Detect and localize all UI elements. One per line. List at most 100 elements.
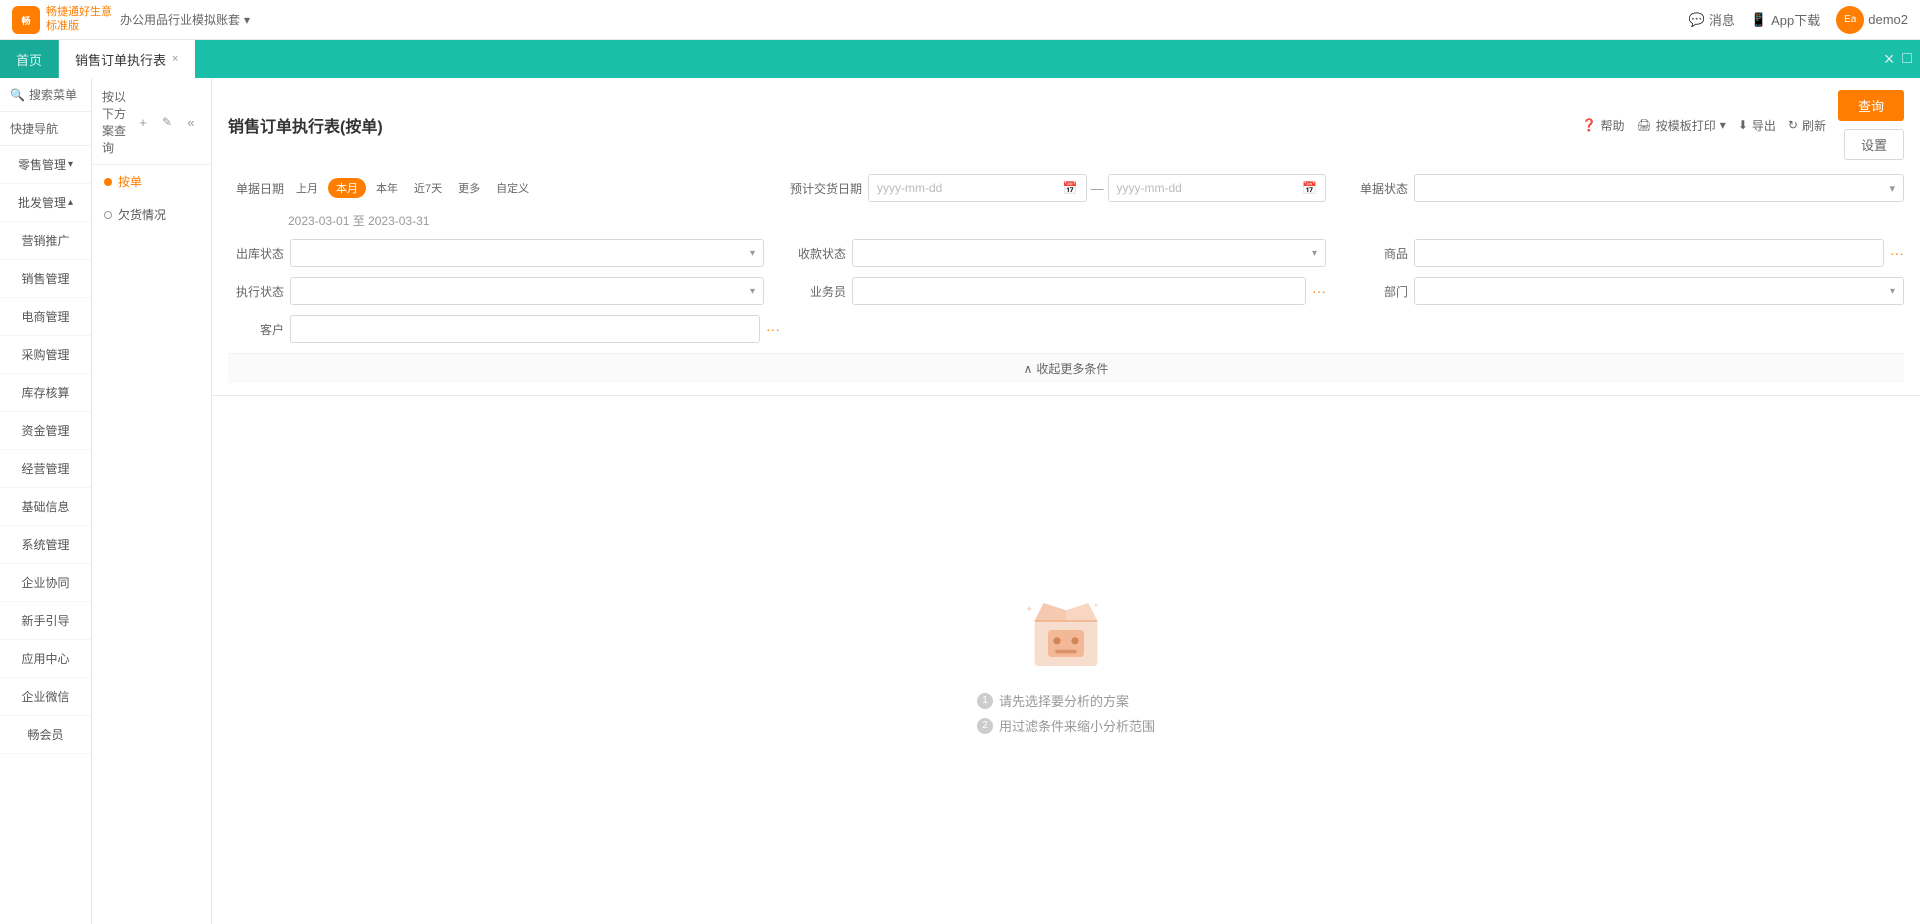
refresh-icon: ↻ bbox=[1788, 118, 1798, 132]
nav-tabs: 首页 销售订单执行表 × × □ bbox=[0, 40, 1920, 78]
scheme-collapse-button[interactable]: « bbox=[181, 112, 201, 132]
sidebar-item-purchase[interactable]: 采购管理 bbox=[0, 336, 91, 374]
empty-tips: 1 请先选择要分析的方案 2 用过滤条件来缩小分析范围 bbox=[977, 691, 1155, 735]
message-icon: 💬 bbox=[1689, 12, 1705, 28]
scheme-inactive-dot bbox=[104, 211, 112, 219]
scheme-actions: + ✎ « bbox=[133, 112, 201, 132]
expected-date-end-input[interactable]: yyyy-mm-dd 📅 bbox=[1108, 174, 1327, 202]
sidebar-item-retail[interactable]: 零售管理 ▾ bbox=[0, 146, 91, 184]
out-status-label: 出库状态 bbox=[228, 245, 284, 262]
active-tab-label: 销售订单执行表 bbox=[75, 50, 166, 69]
doc-status-label: 单据状态 bbox=[1352, 180, 1408, 197]
sidebar-item-newbie[interactable]: 新手引导 bbox=[0, 602, 91, 640]
collect-status-select[interactable]: ▾ bbox=[852, 239, 1326, 267]
calendar-icon: 📅 bbox=[1063, 181, 1078, 195]
date-7days-button[interactable]: 近7天 bbox=[408, 178, 448, 198]
filter-dept-col: 部门 ▾ bbox=[1352, 277, 1904, 305]
date-last-month-button[interactable]: 上月 bbox=[290, 178, 324, 198]
date-range-display: 2023-03-01 至 2023-03-31 bbox=[288, 212, 1904, 229]
sidebar: 🔍 搜索菜单 快捷导航 零售管理 ▾ 批发管理 ▴ 营销推广 销售管理 电商管理… bbox=[0, 78, 92, 924]
sidebar-item-apps[interactable]: 应用中心 bbox=[0, 640, 91, 678]
empty-state: ✦ ✦ 1 请先选择要分析的方案 2 用过滤条件来缩小分析范围 bbox=[977, 585, 1155, 735]
customer-more-button[interactable]: ··· bbox=[766, 321, 780, 337]
dept-select[interactable]: ▾ bbox=[1414, 277, 1904, 305]
user-avatar-area[interactable]: Ea demo2 bbox=[1836, 6, 1908, 34]
query-button[interactable]: 查询 bbox=[1838, 90, 1904, 121]
window-close-icon[interactable]: × bbox=[1884, 49, 1895, 70]
avatar: Ea bbox=[1836, 6, 1864, 34]
print-button[interactable]: 🖨 按模板打印 ▾ bbox=[1637, 117, 1726, 134]
sidebar-item-wholesale[interactable]: 批发管理 ▴ bbox=[0, 184, 91, 222]
filter-goods-col: 商品 ··· bbox=[1352, 239, 1904, 267]
svg-text:✦: ✦ bbox=[1025, 604, 1033, 614]
date-quick-buttons: 上月 本月 本年 近7天 更多 自定义 bbox=[290, 178, 535, 198]
sidebar-item-ecommerce[interactable]: 电商管理 bbox=[0, 298, 91, 336]
salesperson-label: 业务员 bbox=[790, 283, 846, 300]
main-layout: 🔍 搜索菜单 快捷导航 零售管理 ▾ 批发管理 ▴ 营销推广 销售管理 电商管理… bbox=[0, 78, 1920, 924]
sidebar-item-finance[interactable]: 资金管理 bbox=[0, 412, 91, 450]
tab-close-icon[interactable]: × bbox=[172, 53, 178, 65]
export-button[interactable]: ⬇ 导出 bbox=[1738, 117, 1776, 134]
breadcrumb[interactable]: 办公用品行业模拟账套 ▾ bbox=[120, 11, 250, 28]
scheme-edit-button[interactable]: ✎ bbox=[157, 112, 177, 132]
collect-status-label: 收款状态 bbox=[790, 245, 846, 262]
tab-sales-order[interactable]: 销售订单执行表 × bbox=[59, 40, 195, 78]
sidebar-item-inventory[interactable]: 库存核算 bbox=[0, 374, 91, 412]
sidebar-item-basic[interactable]: 基础信息 bbox=[0, 488, 91, 526]
filter-title-row: 销售订单执行表(按单) ❓ 帮助 🖨 按模板打印 ▾ ⬇ bbox=[228, 90, 1904, 160]
svg-text:✦: ✦ bbox=[1093, 601, 1099, 610]
refresh-button[interactable]: ↻ 刷新 bbox=[1788, 117, 1826, 134]
nav-window-actions: × □ bbox=[1876, 40, 1920, 78]
tab-home[interactable]: 首页 bbox=[0, 40, 59, 78]
sidebar-item-member[interactable]: 畅会员 bbox=[0, 716, 91, 754]
chevron-down-icon: ▾ bbox=[1890, 286, 1895, 297]
goods-more-button[interactable]: ··· bbox=[1890, 245, 1904, 261]
goods-input[interactable] bbox=[1414, 239, 1884, 267]
expected-date-start-input[interactable]: yyyy-mm-dd 📅 bbox=[868, 174, 1087, 202]
chevron-down-icon: ▾ bbox=[244, 13, 250, 27]
exec-status-label: 执行状态 bbox=[228, 283, 284, 300]
logo-area: 畅 畅捷通好生意 标准版 bbox=[12, 6, 112, 34]
sidebar-item-sales[interactable]: 销售管理 bbox=[0, 260, 91, 298]
page-title: 销售订单执行表(按单) bbox=[228, 113, 383, 137]
customer-input[interactable] bbox=[290, 315, 760, 343]
filter-exec-status-col: 执行状态 ▾ bbox=[228, 277, 780, 305]
expected-date-range: yyyy-mm-dd 📅 — yyyy-mm-dd 📅 bbox=[868, 174, 1326, 202]
sidebar-search-button[interactable]: 🔍 搜索菜单 bbox=[0, 78, 91, 112]
empty-tip-1: 1 请先选择要分析的方案 bbox=[977, 691, 1155, 710]
export-icon: ⬇ bbox=[1738, 118, 1748, 132]
filter-doc-status-col: 单据状态 ▾ bbox=[1352, 174, 1904, 202]
date-this-month-button[interactable]: 本月 bbox=[328, 178, 366, 198]
topbar-right: 💬 消息 📱 App下载 Ea demo2 bbox=[1689, 6, 1908, 34]
date-this-year-button[interactable]: 本年 bbox=[370, 178, 404, 198]
doc-status-select[interactable]: ▾ bbox=[1414, 174, 1904, 202]
sidebar-item-system[interactable]: 系统管理 bbox=[0, 526, 91, 564]
scheme-item-shortage[interactable]: 欠货情况 bbox=[92, 198, 211, 231]
expected-date-label: 预计交货日期 bbox=[790, 180, 862, 197]
filter-collect-status-col: 收款状态 ▾ bbox=[790, 239, 1342, 267]
filter-out-status-col: 出库状态 ▾ bbox=[228, 239, 780, 267]
salesperson-input[interactable] bbox=[852, 277, 1306, 305]
print-chevron-icon: ▾ bbox=[1720, 118, 1726, 132]
sidebar-item-operation[interactable]: 经营管理 bbox=[0, 450, 91, 488]
out-status-select[interactable]: ▾ bbox=[290, 239, 764, 267]
window-maximize-icon[interactable]: □ bbox=[1902, 50, 1912, 68]
sidebar-item-wechat[interactable]: 企业微信 bbox=[0, 678, 91, 716]
date-custom-button[interactable]: 自定义 bbox=[490, 178, 535, 198]
app-download-button[interactable]: 📱 App下载 bbox=[1751, 10, 1820, 29]
chevron-down-icon: ▾ bbox=[1889, 182, 1895, 195]
settings-button[interactable]: 设置 bbox=[1844, 129, 1904, 160]
scheme-add-button[interactable]: + bbox=[133, 112, 153, 132]
collapse-filter-button[interactable]: ∧ 收起更多条件 bbox=[228, 353, 1904, 383]
print-icon: 🖨 bbox=[1637, 118, 1652, 132]
scheme-item-order[interactable]: 按单 bbox=[92, 165, 211, 198]
date-more-button[interactable]: 更多 bbox=[452, 178, 486, 198]
sidebar-quicknav-button[interactable]: 快捷导航 bbox=[0, 112, 91, 146]
sidebar-item-collab[interactable]: 企业协同 bbox=[0, 564, 91, 602]
exec-status-select[interactable]: ▾ bbox=[290, 277, 764, 305]
help-button[interactable]: ❓ 帮助 bbox=[1582, 117, 1625, 134]
salesperson-more-button[interactable]: ··· bbox=[1312, 283, 1326, 299]
sidebar-item-marketing[interactable]: 营销推广 bbox=[0, 222, 91, 260]
message-button[interactable]: 💬 消息 bbox=[1689, 10, 1735, 29]
date-label: 单据日期 bbox=[228, 180, 284, 197]
